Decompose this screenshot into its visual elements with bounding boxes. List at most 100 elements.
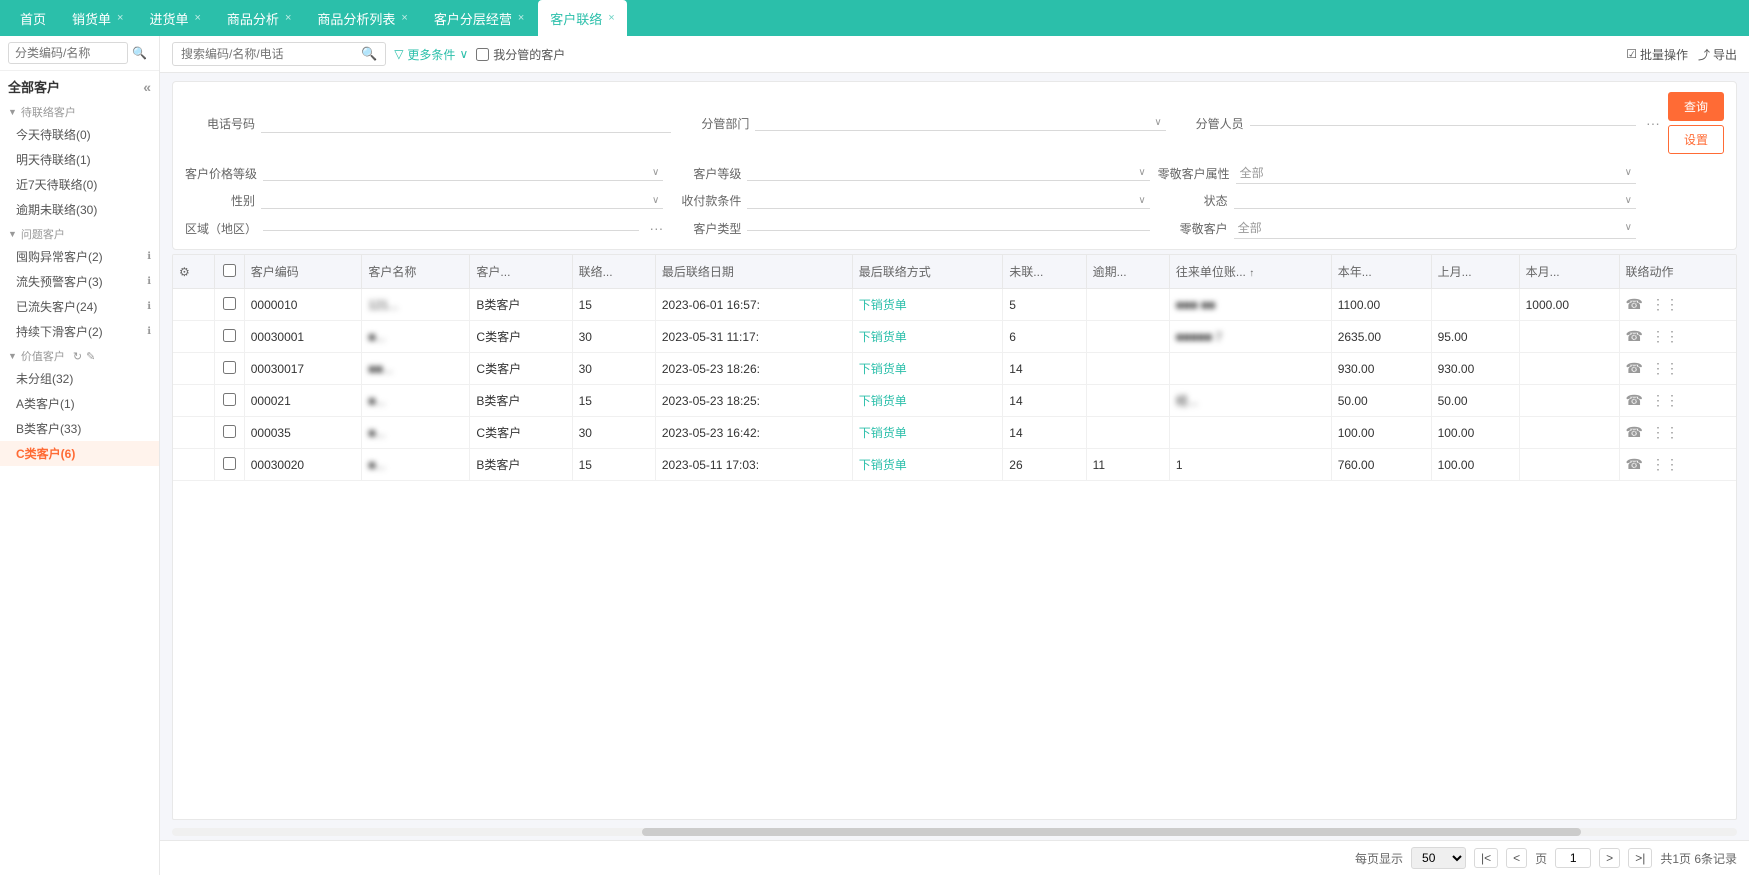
sidebar-item-abnormal[interactable]: 囤购异常客户(2) ℹ — [0, 244, 159, 269]
row-last-method[interactable]: 下销货单 — [852, 449, 1003, 481]
next-page-button[interactable]: > — [1599, 848, 1620, 868]
col-checkbox-header[interactable] — [214, 255, 244, 289]
retail-attr-select[interactable]: 全部 ∨ — [1236, 162, 1636, 184]
action-contact-icon[interactable]: ☎ — [1626, 296, 1643, 313]
page-input[interactable] — [1555, 848, 1591, 868]
col-account-header[interactable]: 往来单位账... ↑ — [1169, 255, 1331, 289]
edit-icon[interactable]: ✎ — [86, 350, 95, 363]
nav-purchase[interactable]: 进货单 × — [137, 0, 212, 36]
payment-select[interactable]: ∨ — [747, 193, 1149, 209]
col-code-header[interactable]: 客户编码 — [244, 255, 362, 289]
col-settings-header[interactable]: ⚙ — [173, 255, 214, 289]
gender-select[interactable]: ∨ — [261, 193, 663, 209]
status-select[interactable]: ∨ — [1234, 193, 1636, 209]
sidebar-item-class-a[interactable]: A类客户(1) — [0, 391, 159, 416]
row-last-method[interactable]: 下销货单 — [852, 385, 1003, 417]
person-dots-button[interactable]: ··· — [1646, 115, 1660, 131]
more-filter-button[interactable]: ▽ 更多条件 ∨ — [394, 46, 468, 63]
row-checkbox[interactable] — [223, 329, 236, 342]
phone-input[interactable] — [261, 114, 671, 133]
nav-close-customer-contact[interactable]: × — [608, 12, 614, 24]
region-dots-button[interactable]: ··· — [649, 220, 663, 236]
settings-icon[interactable]: ⚙ — [179, 265, 190, 279]
col-overdue-header[interactable]: 逾期... — [1086, 255, 1169, 289]
row-checkbox-cell[interactable] — [214, 417, 244, 449]
sidebar-item-losswarning[interactable]: 流失预警客户(3) ℹ — [0, 269, 159, 294]
horizontal-scrollbar[interactable] — [172, 828, 1737, 836]
sidebar-item-today[interactable]: 今天待联络(0) — [0, 122, 159, 147]
scrollbar-thumb[interactable] — [642, 828, 1581, 836]
action-more-icon[interactable]: ⋮⋮ — [1651, 456, 1679, 473]
action-contact-icon[interactable]: ☎ — [1626, 360, 1643, 377]
per-page-select[interactable]: 50 100 200 — [1411, 847, 1466, 869]
search-icon[interactable]: 🔍 — [361, 46, 377, 62]
col-name-header[interactable]: 客户名称 — [362, 255, 470, 289]
retail-cust-select[interactable]: 全部 ∨ — [1234, 217, 1636, 239]
export-button[interactable]: ⤴ 导出 — [1698, 46, 1737, 63]
row-checkbox-cell[interactable] — [214, 353, 244, 385]
row-checkbox-cell[interactable] — [214, 289, 244, 321]
row-checkbox[interactable] — [223, 393, 236, 406]
sidebar-item-declining[interactable]: 持续下滑客户(2) ℹ — [0, 319, 159, 344]
col-last-month-header[interactable]: 上月... — [1431, 255, 1519, 289]
person-select[interactable] — [1250, 121, 1636, 126]
nav-close-sales[interactable]: × — [117, 12, 123, 24]
last-method-link[interactable]: 下销货单 — [859, 458, 907, 472]
col-uncontacted-header[interactable]: 未联... — [1003, 255, 1086, 289]
refresh-icon[interactable]: ↻ — [73, 350, 82, 363]
row-last-method[interactable]: 下销货单 — [852, 289, 1003, 321]
nav-sales[interactable]: 销货单 × — [60, 0, 135, 36]
dept-select[interactable]: ∨ — [755, 115, 1165, 131]
row-last-method[interactable]: 下销货单 — [852, 321, 1003, 353]
nav-customer-contact[interactable]: 客户联络 × — [538, 0, 626, 36]
last-method-link[interactable]: 下销货单 — [859, 330, 907, 344]
cust-type-select[interactable] — [747, 226, 1149, 231]
row-last-method[interactable]: 下销货单 — [852, 417, 1003, 449]
row-checkbox-cell[interactable] — [214, 321, 244, 353]
action-contact-icon[interactable]: ☎ — [1626, 392, 1643, 409]
action-contact-icon[interactable]: ☎ — [1626, 328, 1643, 345]
search-input[interactable] — [181, 47, 361, 61]
nav-close-product-analysis[interactable]: × — [285, 12, 291, 24]
col-type-header[interactable]: 客户... — [470, 255, 572, 289]
col-this-year-header[interactable]: 本年... — [1331, 255, 1431, 289]
action-contact-icon[interactable]: ☎ — [1626, 456, 1643, 473]
sidebar-item-lost[interactable]: 已流失客户(24) ℹ — [0, 294, 159, 319]
col-this-month-header[interactable]: 本月... — [1519, 255, 1619, 289]
action-more-icon[interactable]: ⋮⋮ — [1651, 392, 1679, 409]
price-level-select[interactable]: ∨ — [263, 165, 663, 181]
query-button[interactable]: 查询 — [1668, 92, 1724, 121]
col-last-date-header[interactable]: 最后联络日期 — [655, 255, 852, 289]
nav-close-customer-tier[interactable]: × — [518, 12, 524, 24]
row-checkbox[interactable] — [223, 297, 236, 310]
row-last-method[interactable]: 下销货单 — [852, 353, 1003, 385]
nav-close-purchase[interactable]: × — [194, 12, 200, 24]
nav-product-analysis[interactable]: 商品分析 × — [215, 0, 303, 36]
row-checkbox-cell[interactable] — [214, 385, 244, 417]
nav-home[interactable]: 首页 — [8, 0, 58, 36]
batch-ops-button[interactable]: ☑ 批量操作 — [1626, 46, 1688, 63]
action-more-icon[interactable]: ⋮⋮ — [1651, 360, 1679, 377]
last-page-button[interactable]: >| — [1628, 848, 1652, 868]
sidebar-item-class-b[interactable]: B类客户(33) — [0, 416, 159, 441]
last-method-link[interactable]: 下销货单 — [859, 394, 907, 408]
row-checkbox[interactable] — [223, 425, 236, 438]
sidebar-all-customers[interactable]: 全部客户 « — [0, 71, 159, 100]
sidebar-item-unclassified[interactable]: 未分组(32) — [0, 366, 159, 391]
sidebar-item-overdue[interactable]: 逾期未联络(30) — [0, 197, 159, 222]
sidebar-item-tomorrow[interactable]: 明天待联络(1) — [0, 147, 159, 172]
sidebar-item-7days[interactable]: 近7天待联络(0) — [0, 172, 159, 197]
row-checkbox[interactable] — [223, 361, 236, 374]
my-customers-checkbox-label[interactable]: 我分管的客户 — [476, 46, 565, 63]
sidebar-collapse-icon[interactable]: « — [143, 79, 151, 95]
row-checkbox[interactable] — [223, 457, 236, 470]
sidebar-search-input[interactable] — [8, 42, 128, 64]
col-contact-days-header[interactable]: 联络... — [572, 255, 655, 289]
sidebar-search-icon[interactable]: 🔍 — [132, 46, 147, 60]
action-more-icon[interactable]: ⋮⋮ — [1651, 296, 1679, 313]
last-method-link[interactable]: 下销货单 — [859, 362, 907, 376]
my-customers-checkbox[interactable] — [476, 48, 489, 61]
nav-customer-tier[interactable]: 客户分层经营 × — [422, 0, 536, 36]
action-contact-icon[interactable]: ☎ — [1626, 424, 1643, 441]
col-last-method-header[interactable]: 最后联络方式 — [852, 255, 1003, 289]
